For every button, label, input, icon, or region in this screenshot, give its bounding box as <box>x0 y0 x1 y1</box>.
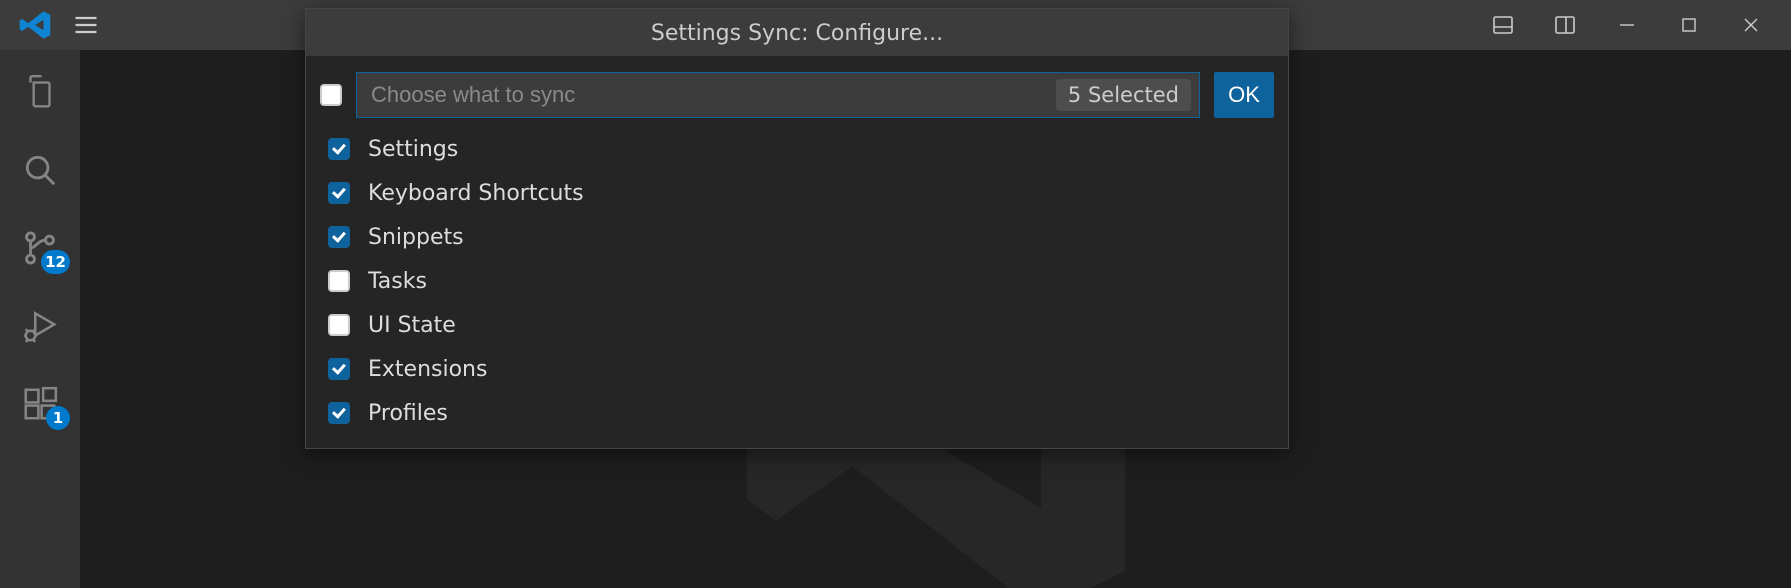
extensions-badge: 1 <box>46 406 70 430</box>
option-label: Snippets <box>368 225 464 250</box>
ok-button[interactable]: OK <box>1214 72 1274 118</box>
menu-icon[interactable] <box>72 11 100 39</box>
sync-option-item[interactable]: Extensions <box>328 352 1274 386</box>
option-label: Tasks <box>368 269 427 294</box>
sync-option-item[interactable]: Tasks <box>328 264 1274 298</box>
option-checkbox[interactable] <box>328 270 350 292</box>
vscode-logo-icon <box>18 8 52 42</box>
quick-input-title: Settings Sync: Configure... <box>306 9 1288 56</box>
option-label: Profiles <box>368 401 448 426</box>
option-label: Keyboard Shortcuts <box>368 181 584 206</box>
quick-input-panel: Settings Sync: Configure... 5 Selected O… <box>305 8 1289 449</box>
option-checkbox[interactable] <box>328 314 350 336</box>
scm-badge: 12 <box>41 250 70 274</box>
sync-option-item[interactable]: Profiles <box>328 396 1274 430</box>
option-checkbox[interactable] <box>328 358 350 380</box>
activity-bar: 12 1 <box>0 50 80 588</box>
selected-count-badge: 5 Selected <box>1056 79 1191 111</box>
quick-input-list: Settings Keyboard Shortcuts Snippets Tasks U… <box>320 132 1274 430</box>
maximize-window-icon[interactable] <box>1661 0 1717 50</box>
option-label: Settings <box>368 137 458 162</box>
sync-option-item[interactable]: Keyboard Shortcuts <box>328 176 1274 210</box>
close-window-icon[interactable] <box>1723 0 1779 50</box>
minimize-window-icon[interactable] <box>1599 0 1655 50</box>
option-checkbox[interactable] <box>328 138 350 160</box>
quick-input-field[interactable] <box>371 82 1056 108</box>
run-debug-icon[interactable] <box>16 302 64 350</box>
option-label: UI State <box>368 313 456 338</box>
option-label: Extensions <box>368 357 487 382</box>
quick-input-wrap: 5 Selected <box>356 72 1200 118</box>
extensions-icon[interactable]: 1 <box>16 380 64 428</box>
select-all-checkbox[interactable] <box>320 84 342 106</box>
panel-layout-icon[interactable] <box>1475 0 1531 50</box>
sidebar-layout-icon[interactable] <box>1537 0 1593 50</box>
option-checkbox[interactable] <box>328 402 350 424</box>
sync-option-item[interactable]: UI State <box>328 308 1274 342</box>
option-checkbox[interactable] <box>328 182 350 204</box>
search-icon[interactable] <box>16 146 64 194</box>
option-checkbox[interactable] <box>328 226 350 248</box>
explorer-icon[interactable] <box>16 68 64 116</box>
source-control-icon[interactable]: 12 <box>16 224 64 272</box>
sync-option-item[interactable]: Snippets <box>328 220 1274 254</box>
sync-option-item[interactable]: Settings <box>328 132 1274 166</box>
